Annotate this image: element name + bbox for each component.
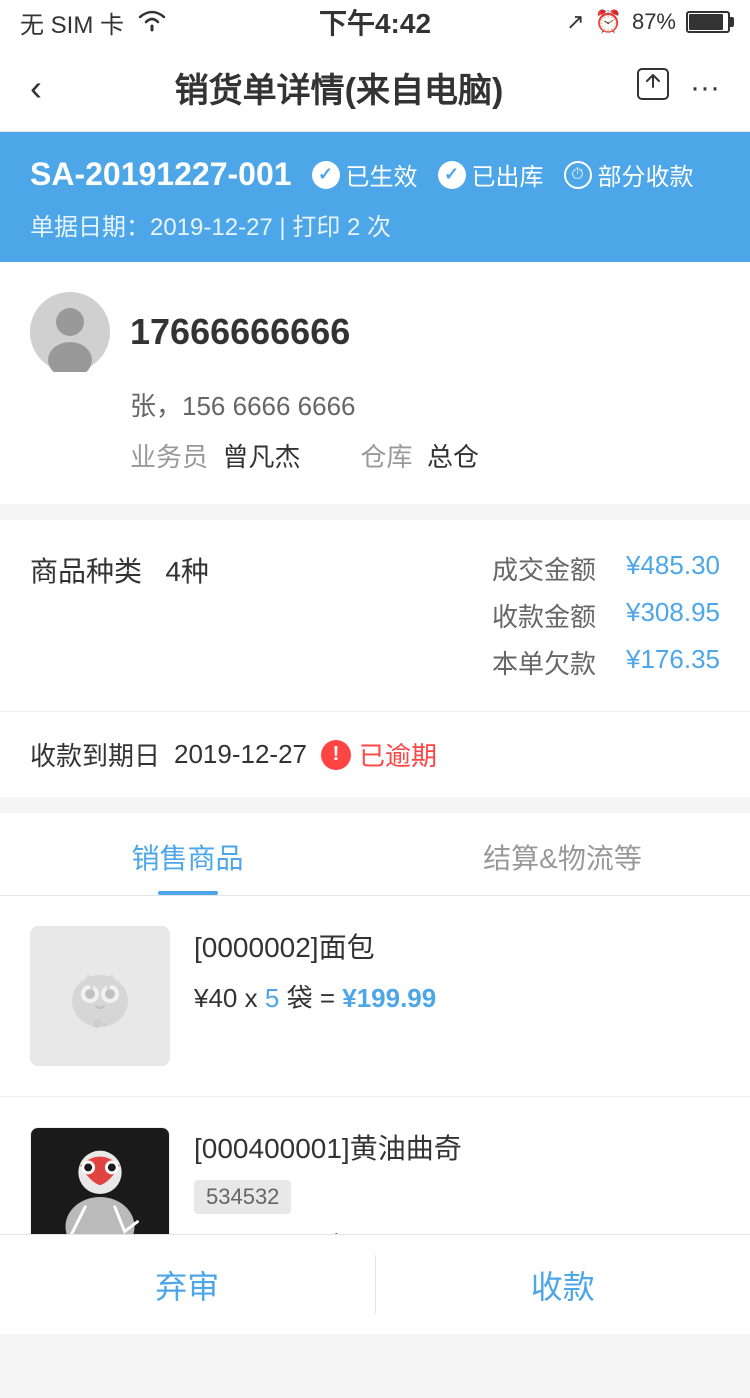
clock-icon: ⏱	[564, 161, 592, 189]
battery-icon	[686, 11, 730, 33]
share-icon[interactable]	[636, 67, 670, 109]
status-active-label: 已生效	[346, 157, 418, 192]
product-types-label: 商品种类	[30, 556, 142, 587]
order-date: 单据日期：2019-12-27 | 打印 2 次	[30, 207, 720, 242]
more-icon[interactable]: ···	[690, 71, 720, 105]
received-amount-row: 收款金额 ¥308.95	[492, 597, 720, 634]
check-shipped-icon: ✓	[438, 161, 466, 189]
received-amount-label: 收款金额	[492, 597, 596, 634]
customer-phone: 17666666666	[130, 311, 350, 353]
salesperson-name: 曾凡杰	[222, 442, 300, 472]
due-date-label: 收款到期日	[30, 736, 160, 773]
deal-amount-row: 成交金额 ¥485.30	[492, 550, 720, 587]
avatar	[30, 292, 110, 372]
alarm-icon: ⏰	[595, 9, 622, 35]
received-amount-value: ¥308.95	[626, 597, 720, 634]
product-details-1: [0000002]面包 ¥40 x 5 袋 = ¥199.99	[194, 926, 720, 1015]
status-shipped-label: 已出库	[472, 157, 544, 192]
tab-settlement[interactable]: 结算&物流等	[375, 813, 750, 895]
product-types-value: 4种	[165, 556, 209, 587]
due-date-value: 2019-12-27	[174, 739, 307, 770]
product-price-1: ¥40 x 5 袋 = ¥199.99	[194, 978, 720, 1015]
product-image-1: 草+	[30, 926, 170, 1066]
due-date-section: 收款到期日 2019-12-27 ! 已逾期	[0, 711, 750, 797]
overdue-badge: ! 已逾期	[321, 736, 437, 773]
status-shipped: ✓ 已出库	[438, 157, 544, 192]
product-unit-price-1: ¥40	[194, 983, 237, 1013]
product-unit-1: 袋	[287, 983, 313, 1013]
nav-left: ‹	[30, 67, 42, 109]
product-item: 草+ [0000002]面包 ¥40 x 5 袋 = ¥199.99	[0, 896, 750, 1097]
salesperson-label: 业务员 曾凡杰	[130, 437, 300, 474]
order-id: SA-20191227-001	[30, 156, 292, 193]
customer-section: 17666666666 张，156 6666 6666 业务员 曾凡杰 仓库 总…	[0, 262, 750, 504]
overdue-dot-icon: !	[321, 740, 351, 770]
status-partial: ⏱ 部分收款	[564, 157, 694, 192]
tabs-section: 销售商品 结算&物流等	[0, 813, 750, 896]
overdue-text: 已逾期	[359, 736, 437, 773]
nav-bar: ‹ 销货单详情(来自电脑) ···	[0, 44, 750, 132]
wifi-icon	[134, 6, 170, 39]
product-qty-1: 5	[265, 983, 279, 1013]
status-left: 无 SIM 卡	[20, 5, 170, 40]
summary-section: 商品种类 4种 成交金额 ¥485.30 收款金额 ¥308.95 本单欠款 ¥…	[0, 520, 750, 711]
back-button[interactable]: ‹	[30, 67, 42, 109]
product-name-1: [0000002]面包	[194, 926, 720, 966]
product-types: 商品种类 4种	[30, 550, 209, 590]
customer-contact: 张，156 6666 6666	[30, 386, 720, 423]
sim-status: 无 SIM 卡	[20, 5, 124, 40]
owed-amount-row: 本单欠款 ¥176.35	[492, 644, 720, 681]
divider-1	[0, 504, 750, 520]
bottom-bar: 弃审 收款	[0, 1234, 750, 1334]
page-title: 销货单详情(来自电脑)	[175, 63, 504, 112]
customer-meta: 业务员 曾凡杰 仓库 总仓	[30, 437, 720, 474]
check-active-icon: ✓	[312, 161, 340, 189]
status-partial-label: 部分收款	[598, 157, 694, 192]
status-active: ✓ 已生效	[312, 157, 418, 192]
product-tag-2: 534532	[194, 1180, 291, 1214]
location-icon: ↗	[566, 9, 584, 35]
svg-text:草+: 草+	[92, 1019, 108, 1031]
product-name-2: [000400001]黄油曲奇	[194, 1127, 720, 1167]
collect-payment-button[interactable]: 收款	[376, 1235, 750, 1334]
status-time: 下午4:42	[319, 2, 431, 42]
warehouse-label: 仓库 总仓	[360, 437, 478, 474]
deal-amount-label: 成交金额	[492, 550, 596, 587]
deal-amount-value: ¥485.30	[626, 550, 720, 587]
status-bar: 无 SIM 卡 下午4:42 ↗ ⏰ 87%	[0, 0, 750, 44]
owed-amount-label: 本单欠款	[492, 644, 596, 681]
order-header: SA-20191227-001 ✓ 已生效 ✓ 已出库 ⏱ 部分收款 单据日期：…	[0, 132, 750, 262]
product-total-1: ¥199.99	[342, 983, 436, 1013]
nav-right: ···	[636, 67, 720, 109]
warehouse-name: 总仓	[427, 442, 479, 472]
status-right: ↗ ⏰ 87%	[566, 9, 730, 35]
battery-level: 87%	[632, 9, 676, 35]
owed-amount-value: ¥176.35	[626, 644, 720, 681]
tabs-header: 销售商品 结算&物流等	[0, 813, 750, 896]
abandon-review-button[interactable]: 弃审	[0, 1235, 375, 1334]
tab-products[interactable]: 销售商品	[0, 813, 375, 895]
